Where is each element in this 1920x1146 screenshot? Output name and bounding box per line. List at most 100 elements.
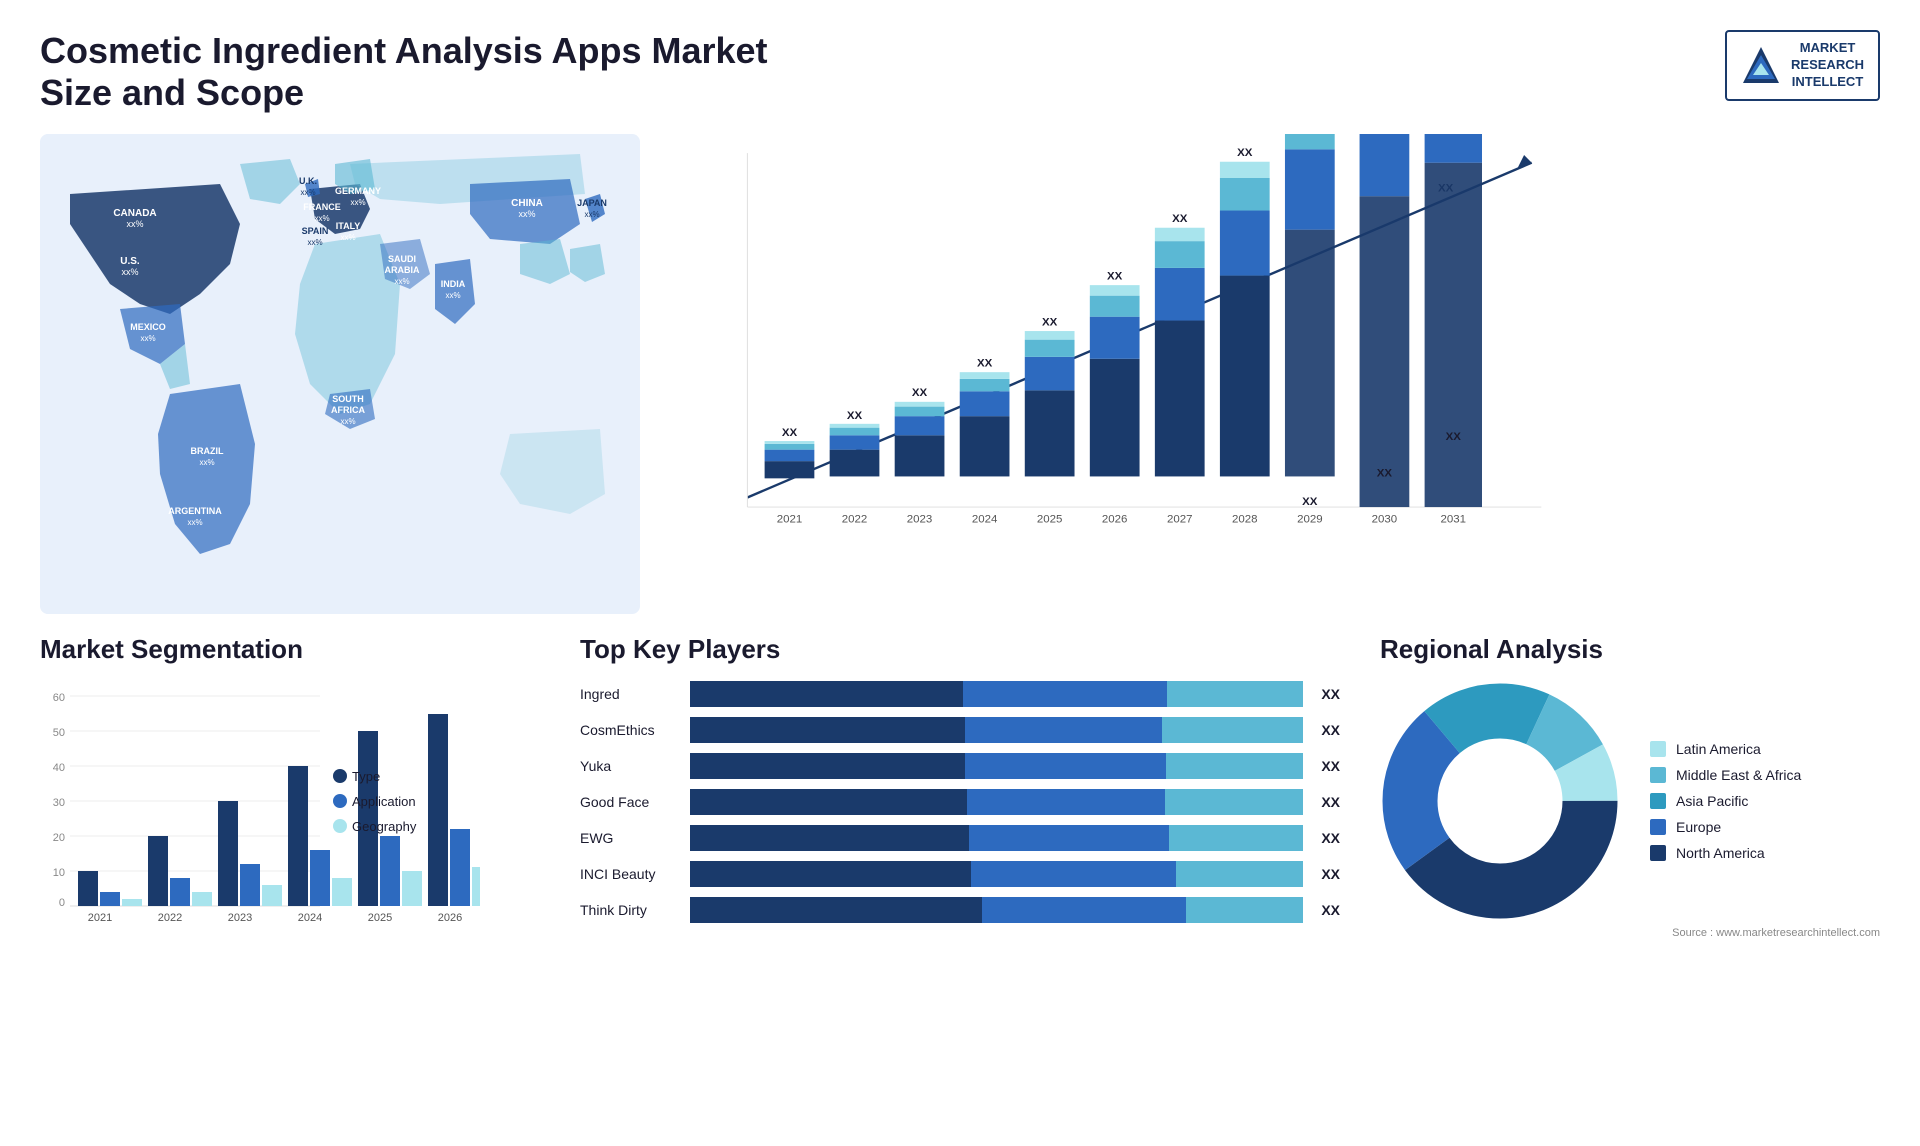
legend-color-europe [1650,819,1666,835]
svg-text:U.K.: U.K. [299,176,317,186]
svg-text:2024: 2024 [298,912,322,924]
player-bar-segment [1169,825,1303,851]
regional-section: Regional Analysis [1380,634,1880,966]
svg-text:XX: XX [1107,270,1123,282]
legend-label-europe: Europe [1676,819,1721,835]
svg-text:xx%: xx% [445,291,460,300]
svg-text:xx%: xx% [307,238,322,247]
svg-text:FRANCE: FRANCE [303,202,341,212]
page-header: Cosmetic Ingredient Analysis Apps Market… [40,30,1880,114]
player-bar-segment [967,789,1165,815]
svg-text:XX: XX [1377,467,1393,479]
donut-container: Latin America Middle East & Africa Asia … [1380,681,1880,921]
svg-text:Geography: Geography [352,819,417,834]
svg-text:xx%: xx% [140,334,155,343]
svg-text:xx%: xx% [340,233,355,242]
legend-label-latin: Latin America [1676,741,1761,757]
svg-text:GERMANY: GERMANY [335,186,381,196]
logo-icon [1741,45,1781,85]
svg-text:ITALY: ITALY [336,221,361,231]
players-list: Ingred XX CosmEthics XX Yuka XX Good Face XX EWG… [580,681,1340,923]
svg-text:2026: 2026 [438,912,462,924]
svg-text:SOUTH: SOUTH [332,394,364,404]
legend-latin-america: Latin America [1650,741,1801,757]
svg-text:2030: 2030 [1372,513,1398,525]
svg-text:xx%: xx% [340,417,355,426]
player-name: CosmEthics [580,722,680,738]
players-section: Top Key Players IngredXXCosmEthicsXXYuka… [580,634,1340,966]
svg-text:SAUDI: SAUDI [388,254,416,264]
donut-chart-svg [1380,681,1620,921]
player-name: EWG [580,830,680,846]
svg-text:2026: 2026 [1102,513,1128,525]
player-bar-container [690,897,1303,923]
legend-color-latin [1650,741,1666,757]
svg-text:2031: 2031 [1441,513,1467,525]
player-name: Ingred [580,686,680,702]
svg-text:xx%: xx% [187,518,202,527]
svg-text:INDIA: INDIA [441,279,466,289]
segmentation-section: Market Segmentation 60 50 40 30 20 10 0 [40,634,540,966]
svg-text:Type: Type [352,769,380,784]
main-bar-chart-svg: XX 2021 XX 2022 XX 2023 XX 2024 [680,134,1580,574]
svg-text:2021: 2021 [88,912,112,924]
player-bar-segment [965,753,1166,779]
logo-text: MARKET RESEARCH INTELLECT [1791,40,1864,91]
player-bar-segment [1162,717,1304,743]
svg-text:xx%: xx% [314,214,329,223]
map-svg: CANADA xx% U.S. xx% MEXICO xx% BRAZIL xx… [40,134,640,614]
source-text: Source : www.marketresearchintellect.com [1380,927,1880,939]
legend-label-asia: Asia Pacific [1676,793,1748,809]
legend-europe: Europe [1650,819,1801,835]
player-name: Think Dirty [580,902,680,918]
player-row: Good Face XX [580,789,1340,815]
player-value: XX [1321,686,1340,702]
player-name: INCI Beauty [580,866,680,882]
svg-text:MEXICO: MEXICO [130,322,166,332]
svg-text:2021: 2021 [777,513,803,525]
svg-text:60: 60 [53,692,65,704]
legend-color-asia [1650,793,1666,809]
player-name: Yuka [580,758,680,774]
player-value: XX [1321,866,1340,882]
svg-text:2025: 2025 [368,912,392,924]
svg-text:2023: 2023 [907,513,933,525]
player-bar-segment [690,825,969,851]
svg-text:xx%: xx% [300,188,315,197]
svg-text:xx%: xx% [350,198,365,207]
player-name: Good Face [580,794,680,810]
svg-text:2027: 2027 [1167,513,1193,525]
svg-text:ARABIA: ARABIA [385,265,420,275]
svg-text:0: 0 [59,897,65,909]
player-bar-container [690,825,1303,851]
svg-text:20: 20 [53,832,65,844]
player-value: XX [1321,794,1340,810]
svg-text:40: 40 [53,762,65,774]
svg-text:2029: 2029 [1297,513,1323,525]
svg-text:2025: 2025 [1037,513,1063,525]
svg-text:XX: XX [1237,147,1253,159]
segmentation-chart-svg: 60 50 40 30 20 10 0 [40,681,480,961]
player-value: XX [1321,758,1340,774]
player-value: XX [1321,722,1340,738]
player-bar-segment [963,681,1167,707]
player-bar-segment [969,825,1170,851]
player-row: Ingred XX [580,681,1340,707]
player-bar-container [690,681,1303,707]
svg-text:SPAIN: SPAIN [302,226,329,236]
player-bar-segment [690,789,967,815]
segmentation-title: Market Segmentation [40,634,540,665]
svg-text:XX: XX [1446,431,1462,443]
svg-text:BRAZIL: BRAZIL [191,446,224,456]
svg-text:xx%: xx% [584,210,599,219]
player-bar-segment [1165,789,1303,815]
main-grid: CANADA xx% U.S. xx% MEXICO xx% BRAZIL xx… [40,134,1880,966]
svg-text:xx%: xx% [394,277,409,286]
svg-text:2023: 2023 [228,912,252,924]
svg-text:XX: XX [782,427,798,439]
player-bar-segment [690,681,963,707]
svg-text:50: 50 [53,727,65,739]
world-map: CANADA xx% U.S. xx% MEXICO xx% BRAZIL xx… [40,134,640,614]
svg-text:CHINA: CHINA [511,198,543,209]
svg-text:XX: XX [912,387,928,399]
